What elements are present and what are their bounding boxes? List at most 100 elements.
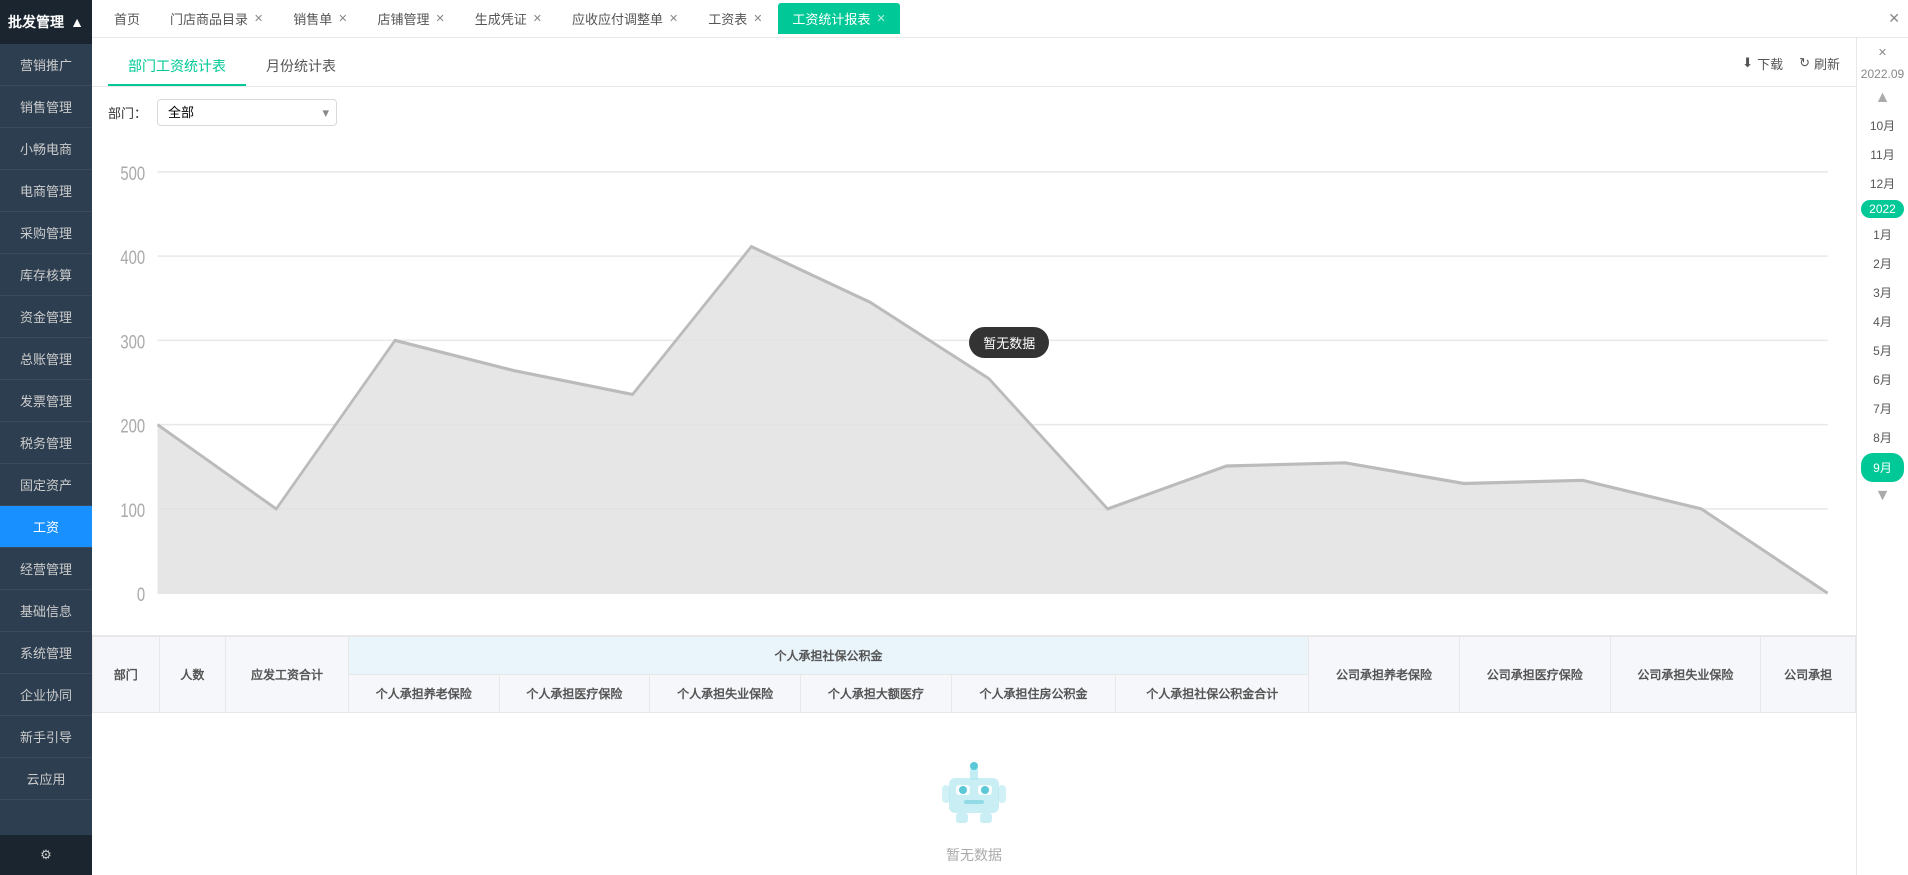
sidebar: 批发管理 ▲ 营销推广 销售管理 小畅电商 电商管理 采购管理 库存核算 资金管…: [0, 0, 92, 875]
sidebar-item-qy[interactable]: 企业协同: [0, 674, 92, 716]
th-company-more: 公司承担: [1761, 637, 1856, 713]
next-year-arrow[interactable]: ▼: [1871, 483, 1895, 509]
sidebar-item-gz[interactable]: 工资: [0, 506, 92, 548]
th-total: 应发工资合计: [226, 637, 349, 713]
tabs-bar-end: ✕: [1888, 10, 1900, 27]
dept-select-wrapper: 全部: [157, 99, 337, 126]
tab-payroll[interactable]: 工资表 ✕: [694, 3, 776, 34]
month-item-3[interactable]: 3月: [1857, 278, 1908, 307]
tab-store-mgmt[interactable]: 店铺管理 ✕: [363, 3, 458, 34]
year-badge[interactable]: 2022: [1861, 200, 1904, 218]
month-item-12[interactable]: 12月: [1857, 169, 1908, 198]
empty-state-icon: [934, 753, 1014, 833]
main-area: 首页 门店商品目录 ✕ 销售单 ✕ 店铺管理 ✕ 生成凭证 ✕ 应收应付调整单 …: [92, 0, 1908, 875]
svg-text:200: 200: [120, 416, 145, 437]
svg-text:400: 400: [120, 247, 145, 268]
chart-svg: 500 400 300 200 100 0: [108, 148, 1840, 625]
svg-text:100: 100: [120, 500, 145, 521]
th-personal-medical: 个人承担医疗保险: [499, 675, 650, 713]
chart-area: 500 400 300 200 100 0: [92, 138, 1856, 635]
month-item-6[interactable]: 6月: [1857, 365, 1908, 394]
month-item-4[interactable]: 4月: [1857, 307, 1908, 336]
sidebar-item-yy[interactable]: 云应用: [0, 758, 92, 800]
sidebar-item-xsgl[interactable]: 销售管理: [0, 86, 92, 128]
empty-text: 暂无数据: [946, 845, 1002, 865]
sidebar-item-dsg[interactable]: 电商管理: [0, 170, 92, 212]
month-item-7[interactable]: 7月: [1857, 394, 1908, 423]
content-area: 部门工资统计表 月份统计表 ⬇ 下载 ↻ 刷新: [92, 38, 1908, 875]
sub-tabs-left: 部门工资统计表 月份统计表: [108, 48, 356, 86]
th-personal-total: 个人承担社保公积金合计: [1116, 675, 1309, 713]
tab-close-store-catalog[interactable]: ✕: [254, 12, 263, 25]
tab-home[interactable]: 首页: [100, 3, 154, 34]
th-dept: 部门: [93, 637, 160, 713]
th-company-unemp: 公司承担失业保险: [1610, 637, 1761, 713]
th-company-medical: 公司承担医疗保险: [1459, 637, 1610, 713]
svg-text:0: 0: [137, 584, 145, 605]
sidebar-item-sw[interactable]: 税务管理: [0, 422, 92, 464]
tab-close-voucher[interactable]: ✕: [533, 12, 542, 25]
sub-tabs: 部门工资统计表 月份统计表 ⬇ 下载 ↻ 刷新: [92, 38, 1856, 87]
gear-icon: ⚙: [40, 847, 52, 862]
sidebar-footer-settings[interactable]: ⚙: [0, 835, 92, 875]
empty-state: 暂无数据: [93, 713, 1856, 875]
year-display: 2022.09: [1857, 63, 1908, 85]
tab-voucher[interactable]: 生成凭证 ✕: [461, 3, 556, 34]
table-empty-state: 暂无数据: [93, 713, 1856, 875]
right-panel-close[interactable]: ✕: [1874, 42, 1891, 63]
download-icon: ⬇: [1742, 55, 1753, 71]
tab-close-ar-ap[interactable]: ✕: [669, 12, 678, 25]
sidebar-item-jy[interactable]: 经营管理: [0, 548, 92, 590]
refresh-icon: ↻: [1799, 55, 1810, 71]
sidebar-header[interactable]: 批发管理 ▲: [0, 0, 92, 44]
sidebar-item-xt[interactable]: 系统管理: [0, 632, 92, 674]
tabs-bar: 首页 门店商品目录 ✕ 销售单 ✕ 店铺管理 ✕ 生成凭证 ✕ 应收应付调整单 …: [92, 0, 1908, 38]
filter-label: 部门：: [108, 103, 147, 122]
month-item-10[interactable]: 10月: [1857, 111, 1908, 140]
sidebar-item-cg[interactable]: 采购管理: [0, 212, 92, 254]
month-item-11[interactable]: 11月: [1857, 140, 1908, 169]
tab-close-payroll-report[interactable]: ✕: [876, 12, 885, 25]
tab-store-catalog[interactable]: 门店商品目录 ✕: [156, 3, 277, 34]
month-item-8[interactable]: 8月: [1857, 423, 1908, 452]
svg-text:300: 300: [120, 332, 145, 353]
tab-sales-order[interactable]: 销售单 ✕: [279, 3, 361, 34]
filter-row: 部门： 全部: [92, 87, 1856, 138]
payroll-table: 部门 人数 应发工资合计 个人承担社保公积金 公司承担养老保险 公司承担医疗保险…: [92, 636, 1856, 875]
tab-close-sales-order[interactable]: ✕: [338, 12, 347, 25]
tab-end-close[interactable]: ✕: [1888, 10, 1900, 27]
th-personal-pension: 个人承担养老保险: [348, 675, 499, 713]
page-content: 部门工资统计表 月份统计表 ⬇ 下载 ↻ 刷新: [92, 38, 1856, 875]
sidebar-item-zj[interactable]: 资金管理: [0, 296, 92, 338]
sidebar-item-xs[interactable]: 新手引导: [0, 716, 92, 758]
month-item-1[interactable]: 1月: [1857, 220, 1908, 249]
sidebar-item-yxtg[interactable]: 营销推广: [0, 44, 92, 86]
sidebar-item-fp[interactable]: 发票管理: [0, 380, 92, 422]
tab-close-store-mgmt[interactable]: ✕: [436, 12, 445, 25]
th-personal-large-medical: 个人承担大额医疗: [800, 675, 951, 713]
sidebar-item-gd[interactable]: 固定资产: [0, 464, 92, 506]
refresh-button[interactable]: ↻ 刷新: [1799, 54, 1840, 73]
month-item-2[interactable]: 2月: [1857, 249, 1908, 278]
svg-text:500: 500: [120, 163, 145, 184]
sub-tab-dept[interactable]: 部门工资统计表: [108, 48, 246, 86]
sidebar-title: 批发管理: [8, 12, 64, 32]
sidebar-item-xcdg[interactable]: 小畅电商: [0, 128, 92, 170]
sidebar-item-jc[interactable]: 基础信息: [0, 590, 92, 632]
th-company-pension: 公司承担养老保险: [1309, 637, 1460, 713]
download-button[interactable]: ⬇ 下载: [1742, 54, 1783, 73]
month-item-9[interactable]: 9月: [1861, 453, 1904, 482]
tab-close-payroll[interactable]: ✕: [753, 12, 762, 25]
tab-payroll-report[interactable]: 工资统计报表 ✕: [778, 3, 899, 34]
prev-year-arrow[interactable]: ▲: [1871, 85, 1895, 111]
th-group-personal: 个人承担社保公积金: [348, 637, 1308, 675]
table-wrapper[interactable]: 部门 人数 应发工资合计 个人承担社保公积金 公司承担养老保险 公司承担医疗保险…: [92, 635, 1856, 875]
th-personal-housing: 个人承担住房公积金: [951, 675, 1116, 713]
month-item-5[interactable]: 5月: [1857, 336, 1908, 365]
sidebar-item-zz[interactable]: 总账管理: [0, 338, 92, 380]
sub-tab-month[interactable]: 月份统计表: [246, 48, 356, 86]
dept-select[interactable]: 全部: [157, 99, 337, 126]
tab-ar-ap[interactable]: 应收应付调整单 ✕: [558, 3, 692, 34]
sidebar-item-kc[interactable]: 库存核算: [0, 254, 92, 296]
th-personal-unemp: 个人承担失业保险: [650, 675, 801, 713]
